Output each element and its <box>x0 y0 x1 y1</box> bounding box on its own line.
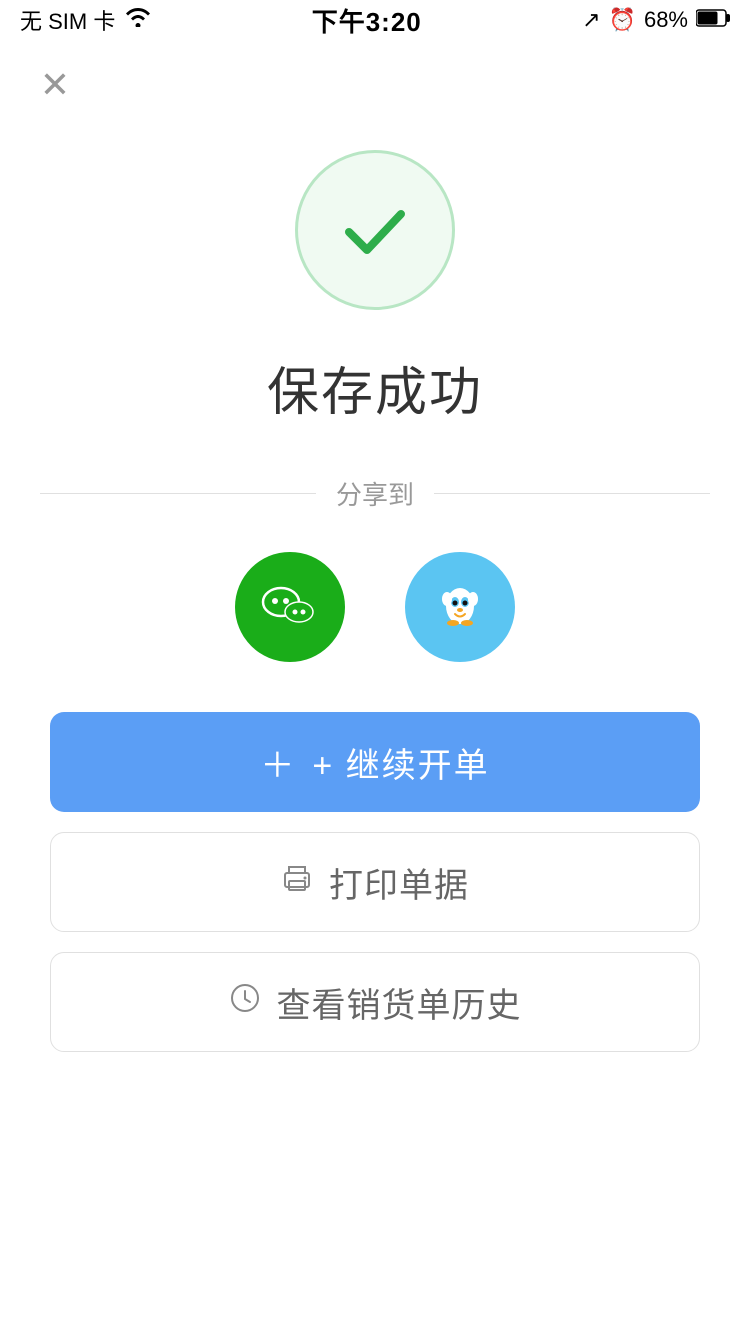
wifi-icon <box>125 7 151 33</box>
continue-button[interactable]: ＋ + 继续开单 <box>50 712 700 812</box>
share-icons-row <box>235 552 515 662</box>
location-icon: ↗ <box>582 7 600 33</box>
share-divider-row: 分享到 <box>40 475 710 512</box>
divider-left <box>40 493 316 494</box>
main-content: 保存成功 分享到 <box>0 130 750 1052</box>
share-label: 分享到 <box>336 475 414 512</box>
close-button[interactable]: ✕ <box>30 60 80 110</box>
continue-button-label: + 继续开单 <box>312 738 489 787</box>
print-icon <box>281 863 313 901</box>
checkmark-icon <box>335 190 415 270</box>
qq-icon <box>429 576 491 638</box>
status-left: 无 SIM 卡 <box>20 4 151 36</box>
success-title: 保存成功 <box>267 350 483 425</box>
wechat-icon <box>259 576 321 638</box>
plus-icon: ＋ <box>260 738 296 787</box>
wechat-share-button[interactable] <box>235 552 345 662</box>
share-section: 分享到 <box>40 475 710 662</box>
print-button-label: 打印单据 <box>329 858 469 907</box>
alarm-icon: ⏰ <box>609 7 636 33</box>
close-icon: ✕ <box>40 67 70 103</box>
status-right: ↗ ⏰ 68% <box>582 7 730 33</box>
history-icon <box>229 982 261 1022</box>
history-button-label: 查看销货单历史 <box>277 978 522 1027</box>
print-button[interactable]: 打印单据 <box>50 832 700 932</box>
status-time: 下午3:20 <box>312 2 422 39</box>
status-bar: 无 SIM 卡 下午3:20 ↗ ⏰ 68% <box>0 0 750 40</box>
qq-share-button[interactable] <box>405 552 515 662</box>
battery-percent: 68% <box>644 7 688 33</box>
divider-right <box>434 493 710 494</box>
history-button[interactable]: 查看销货单历史 <box>50 952 700 1052</box>
battery-icon <box>696 7 730 33</box>
action-buttons: ＋ + 继续开单 打印单据 查看销货单历 <box>40 712 710 1052</box>
success-circle <box>295 150 455 310</box>
sim-status: 无 SIM 卡 <box>20 4 115 36</box>
